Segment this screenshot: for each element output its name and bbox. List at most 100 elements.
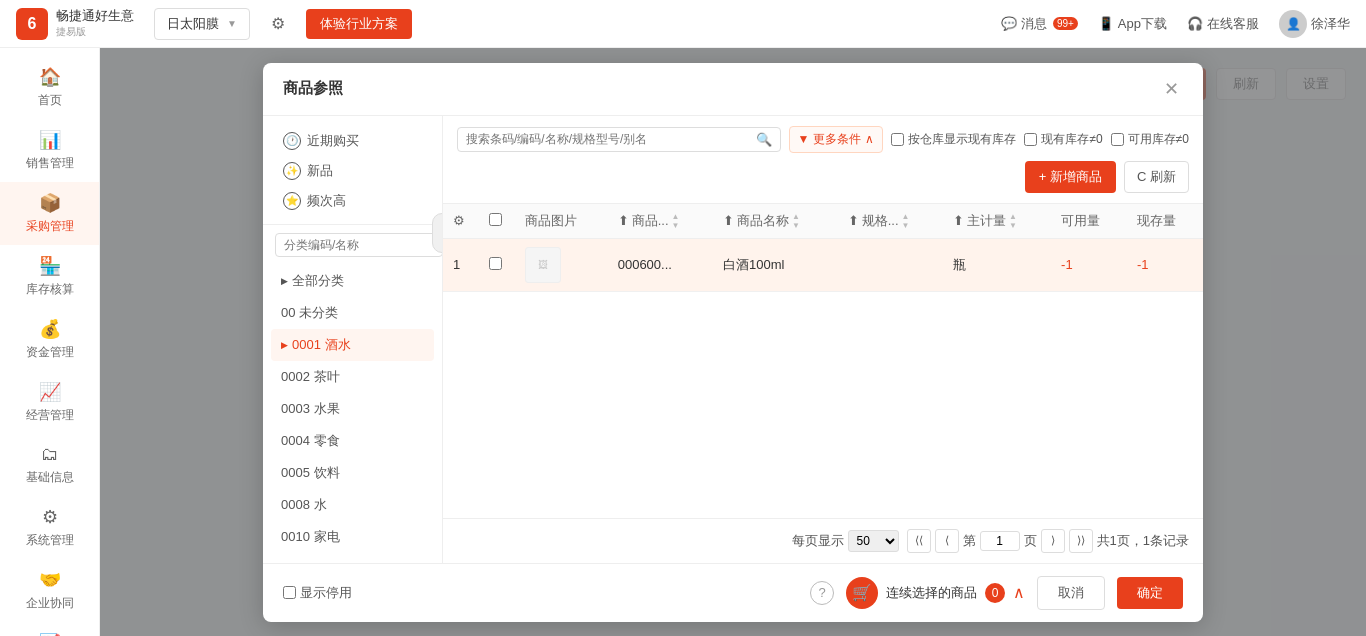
- close-icon[interactable]: ✕: [1159, 77, 1183, 101]
- row-checkbox[interactable]: [479, 238, 515, 291]
- sidebar-item-collab[interactable]: 🤝 企业协同: [0, 559, 99, 622]
- col-checkbox[interactable]: [479, 204, 515, 239]
- page-total-info: 共1页，1条记录: [1097, 532, 1189, 550]
- cart-icon[interactable]: 🛒: [846, 577, 878, 609]
- dialog-overlay: 商品参照 ✕ 🕐 近期购买 ✨: [100, 48, 1366, 636]
- page-last-btn[interactable]: ⟩⟩: [1069, 529, 1093, 553]
- sidebar-item-home[interactable]: 🏠 首页: [0, 56, 99, 119]
- row-select-checkbox[interactable]: [489, 257, 502, 270]
- clock-icon: 🕐: [283, 132, 301, 150]
- cart-count-badge: 0: [985, 583, 1005, 603]
- col-code[interactable]: ⬆ 商品... ▲▼: [608, 204, 713, 239]
- refresh-btn[interactable]: C 刷新: [1124, 161, 1189, 193]
- sidebar-item-business[interactable]: 📈 经营管理: [0, 371, 99, 434]
- page-first-btn[interactable]: ⟨⟨: [907, 529, 931, 553]
- row-spec: [838, 238, 943, 291]
- sidebar-item-system[interactable]: ⚙ 系统管理: [0, 496, 99, 559]
- sidebar-item-purchase[interactable]: 📦 采购管理: [0, 182, 99, 245]
- table-header-row: ⚙ 商品图片: [443, 204, 1203, 239]
- guide-icon: 📝: [39, 632, 61, 636]
- message-icon: 💬: [1001, 16, 1017, 31]
- sidebar-item-basic[interactable]: 🗂 基础信息: [0, 434, 99, 496]
- filter-icon: ▼: [798, 132, 810, 146]
- product-search-box: 🔍: [457, 127, 781, 152]
- category-search-input[interactable]: [275, 233, 443, 257]
- nav-right: 💬 消息 99+ 📱 App下载 🎧 在线客服 👤 徐泽华: [1001, 10, 1350, 38]
- category-item-all[interactable]: ▶ 全部分类: [271, 265, 434, 297]
- product-search-icon[interactable]: 🔍: [756, 132, 772, 147]
- product-panel: 🔍 ▼ 更多条件 ∧ 按仓库显示现有库存: [443, 116, 1203, 563]
- category-search-area: 🔍: [263, 233, 442, 265]
- shortcut-new[interactable]: ✨ 新品: [275, 156, 430, 186]
- messages-btn[interactable]: 💬 消息 99+: [1001, 15, 1078, 33]
- category-item-tea[interactable]: 0002 茶叶: [271, 361, 434, 393]
- checkbox-current-stock[interactable]: 现有库存≠0: [1024, 131, 1102, 148]
- category-item-snack[interactable]: 0004 零食: [271, 425, 434, 457]
- home-icon: 🏠: [39, 66, 61, 88]
- sidebar-item-sales[interactable]: 📊 销售管理: [0, 119, 99, 182]
- help-icon[interactable]: ?: [810, 581, 834, 605]
- sidebar-item-guide[interactable]: 📝 新手引导: [0, 622, 99, 636]
- confirm-button[interactable]: 确定: [1117, 577, 1183, 609]
- dialog-body: 🕐 近期购买 ✨ 新品 ⭐ 频次高: [263, 116, 1203, 563]
- product-search-input[interactable]: [466, 132, 752, 146]
- page-next-btn[interactable]: ⟩: [1041, 529, 1065, 553]
- col-name[interactable]: ⬆ 商品名称 ▲▼: [713, 204, 838, 239]
- row-name: 白酒100ml: [713, 238, 838, 291]
- page-size-dropdown[interactable]: 10 20 50 100: [848, 530, 899, 552]
- category-item-appliance[interactable]: 0010 家电: [271, 521, 434, 553]
- category-item-liquor[interactable]: ▶ 0001 酒水: [271, 329, 434, 361]
- category-item-fruit[interactable]: 0003 水果: [271, 393, 434, 425]
- add-product-btn[interactable]: + 新增商品: [1025, 161, 1116, 193]
- collapse-panel-btn[interactable]: 《: [432, 213, 443, 253]
- row-no: 1: [443, 238, 479, 291]
- checkbox-available-stock[interactable]: 可用库存≠0: [1111, 131, 1189, 148]
- table-settings-icon[interactable]: ⚙: [453, 213, 465, 228]
- shortcut-recent[interactable]: 🕐 近期购买: [275, 126, 430, 156]
- checkbox-warehouse-stock-input[interactable]: [891, 133, 904, 146]
- category-item-uncategorized[interactable]: 00 未分类: [271, 297, 434, 329]
- col-spec[interactable]: ⬆ 规格... ▲▼: [838, 204, 943, 239]
- app-download-btn[interactable]: 📱 App下载: [1098, 15, 1167, 33]
- checkbox-available-stock-input[interactable]: [1111, 133, 1124, 146]
- message-badge: 99+: [1053, 17, 1078, 30]
- col-settings[interactable]: ⚙: [443, 204, 479, 239]
- col-stock: 现存量: [1127, 204, 1203, 239]
- table-row[interactable]: 1 🖼 000600... 白酒100ml: [443, 238, 1203, 291]
- phone-icon: 📱: [1098, 16, 1114, 31]
- logo-sub: 捷易版: [56, 25, 134, 39]
- main-layout: 🏠 首页 📊 销售管理 📦 采购管理 🏪 库存核算 💰 资金管理 📈 经营管理 …: [0, 48, 1366, 636]
- shortcut-frequent[interactable]: ⭐ 频次高: [275, 186, 430, 216]
- checkbox-warehouse-stock[interactable]: 按仓库显示现有库存: [891, 131, 1016, 148]
- user-menu[interactable]: 👤 徐泽华: [1279, 10, 1350, 38]
- select-all-checkbox[interactable]: [489, 213, 502, 226]
- show-disabled-checkbox[interactable]: [283, 586, 296, 599]
- cart-collapse-icon[interactable]: ∧: [1013, 583, 1025, 602]
- headset-icon: 🎧: [1187, 16, 1203, 31]
- footer-right: ? 🛒 连续选择的商品 0 ∧ 取消 确定: [810, 576, 1183, 610]
- show-disabled-checkbox-label[interactable]: 显示停用: [283, 584, 352, 602]
- category-item-water[interactable]: 0008 水: [271, 489, 434, 521]
- col-unit[interactable]: ⬆ 主计量 ▲▼: [943, 204, 1051, 239]
- nav-store-dropdown[interactable]: 日太阳膜 ▼: [154, 8, 250, 40]
- content-area: 查询 刷新 设置 商品参照 ✕: [100, 48, 1366, 636]
- col-image: 商品图片: [515, 204, 608, 239]
- logo-area: 6 畅捷通好生意 捷易版: [16, 8, 134, 40]
- sidebar-item-finance[interactable]: 💰 资金管理: [0, 308, 99, 371]
- product-reference-dialog: 商品参照 ✕ 🕐 近期购买 ✨: [263, 63, 1203, 622]
- page-number-input[interactable]: [980, 531, 1020, 551]
- logo-icon: 6: [16, 8, 48, 40]
- page-prev-btn[interactable]: ⟨: [935, 529, 959, 553]
- product-table: ⚙ 商品图片: [443, 204, 1203, 518]
- category-item-beverage[interactable]: 0005 饮料: [271, 457, 434, 489]
- online-service-btn[interactable]: 🎧 在线客服: [1187, 15, 1259, 33]
- settings-icon[interactable]: ⚙: [262, 8, 294, 40]
- more-filter-btn[interactable]: ▼ 更多条件 ∧: [789, 126, 884, 153]
- col-available: 可用量: [1051, 204, 1127, 239]
- collab-icon: 🤝: [39, 569, 61, 591]
- experience-btn[interactable]: 体验行业方案: [306, 9, 412, 39]
- checkbox-current-stock-input[interactable]: [1024, 133, 1037, 146]
- sidebar-item-inventory[interactable]: 🏪 库存核算: [0, 245, 99, 308]
- row-unit: 瓶: [943, 238, 1051, 291]
- cancel-button[interactable]: 取消: [1037, 576, 1105, 610]
